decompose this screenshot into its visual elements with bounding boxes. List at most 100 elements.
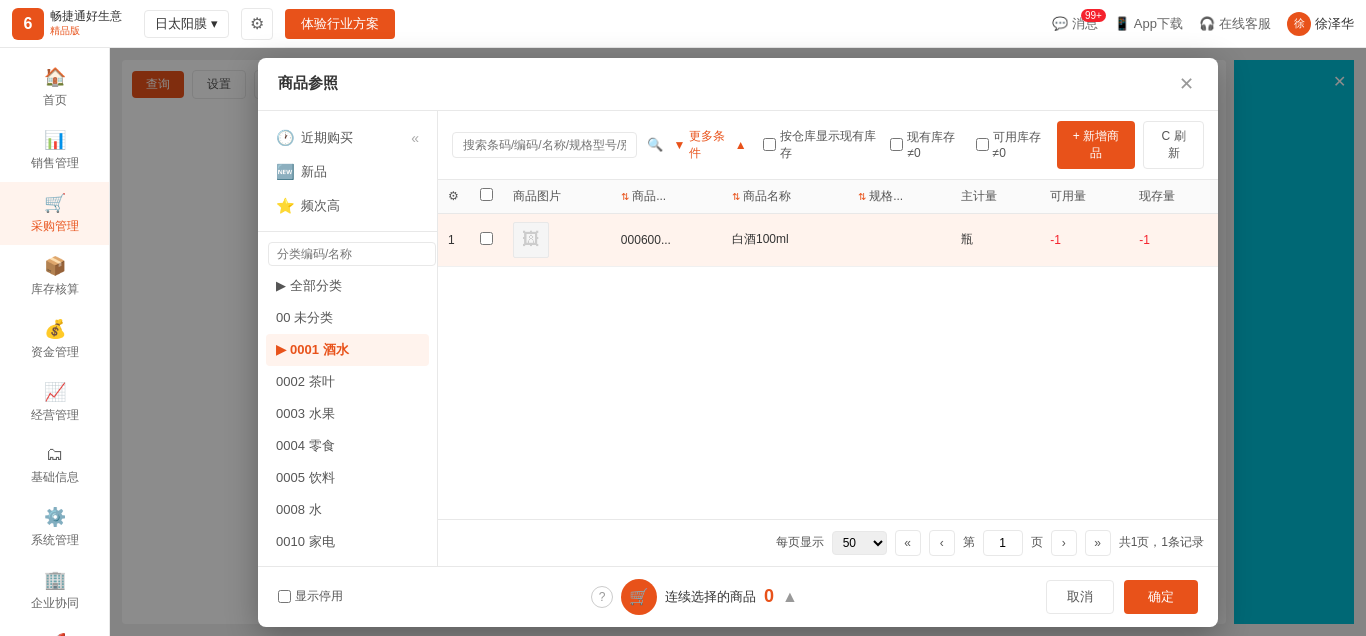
mobile-icon: 📱 bbox=[1114, 16, 1130, 31]
category-0001[interactable]: ▶ 0001 酒水 bbox=[266, 334, 429, 366]
nav-selector[interactable]: 日太阳膜 ▾ bbox=[144, 10, 229, 38]
category-0010[interactable]: 0010 家电 bbox=[266, 526, 429, 558]
recent-icon: 🕐 bbox=[276, 129, 295, 147]
product-search-input[interactable] bbox=[452, 132, 637, 158]
footer-cart: ? 🛒 连续选择的商品 0 ▲ bbox=[591, 579, 798, 615]
customer-service-item[interactable]: 🎧 在线客服 bbox=[1199, 15, 1271, 33]
product-reference-modal: 商品参照 ✕ 🕐 近期购买 « � bbox=[258, 58, 1218, 627]
category-list: ▶ 全部分类 00 未分类 ▶ 0001 酒水 0002 茶 bbox=[258, 270, 437, 558]
sidebar-item-inventory[interactable]: 📦 库存核算 bbox=[0, 245, 109, 308]
first-page-btn[interactable]: « bbox=[895, 530, 921, 556]
app-download-item[interactable]: 📱 App下载 bbox=[1114, 15, 1183, 33]
show-disabled-input[interactable] bbox=[278, 590, 291, 603]
row-checkbox[interactable] bbox=[470, 213, 503, 266]
checkbox-warehouse[interactable]: 按仓库显示现有库存 bbox=[763, 128, 877, 162]
sidebar-item-basic[interactable]: 🗂 基础信息 bbox=[0, 434, 109, 496]
sidebar-item-system[interactable]: ⚙️ 系统管理 bbox=[0, 496, 109, 559]
page-number-input[interactable] bbox=[983, 530, 1023, 556]
col-stock: 现存量 bbox=[1129, 180, 1218, 214]
product-search-icon[interactable]: 🔍 bbox=[647, 137, 663, 152]
recent-purchase-item[interactable]: 🕐 近期购买 « bbox=[266, 123, 429, 153]
show-disabled-checkbox[interactable]: 显示停用 bbox=[278, 588, 343, 605]
prev-page-btn[interactable]: ‹ bbox=[929, 530, 955, 556]
enterprise-icon: 🏢 bbox=[44, 569, 66, 591]
finance-icon: 💰 bbox=[44, 318, 66, 340]
help-icon[interactable]: ? bbox=[591, 586, 613, 608]
message-badge: 99+ bbox=[1081, 9, 1106, 22]
right-panel: 🔍 ▼ 更多条件 ▲ 按仓库显示现有库存 bbox=[438, 111, 1218, 566]
category-0008[interactable]: 0008 水 bbox=[266, 494, 429, 526]
frequent-item[interactable]: ⭐ 频次高 bbox=[266, 191, 429, 221]
table-body: 1 🖼 000600... 白酒100ml bbox=[438, 213, 1218, 266]
col-checkbox[interactable] bbox=[470, 180, 503, 214]
product-thumbnail: 🖼 bbox=[513, 222, 549, 258]
table-toolbar: 🔍 ▼ 更多条件 ▲ 按仓库显示现有库存 bbox=[438, 111, 1218, 180]
col-code[interactable]: ⇅ 商品... bbox=[611, 180, 722, 214]
sidebar: 🏠 首页 📊 销售管理 🛒 采购管理 📦 库存核算 💰 资金管理 📈 经营管理 … bbox=[0, 48, 110, 636]
new-product-item[interactable]: 🆕 新品 bbox=[266, 157, 429, 187]
checkbox-stock-ne[interactable]: 现有库存≠0 bbox=[890, 129, 961, 160]
col-spec[interactable]: ⇅ 规格... bbox=[848, 180, 952, 214]
filter-icon: ▼ bbox=[673, 138, 685, 152]
user-item[interactable]: 徐 徐泽华 bbox=[1287, 12, 1354, 36]
category-0003[interactable]: 0003 水果 bbox=[266, 398, 429, 430]
per-page-select[interactable]: 50 100 200 bbox=[832, 531, 887, 555]
modal-body: 🕐 近期购买 « 🆕 新品 ⭐ 频次高 bbox=[258, 111, 1218, 566]
pagination: 每页显示 50 100 200 « ‹ 第 页 › bbox=[438, 519, 1218, 566]
category-0004[interactable]: 0004 零食 bbox=[266, 430, 429, 462]
exp-button[interactable]: 体验行业方案 bbox=[285, 9, 395, 39]
cancel-button[interactable]: 取消 bbox=[1046, 580, 1114, 614]
category-00[interactable]: 00 未分类 bbox=[266, 302, 429, 334]
product-table-container: ⚙ 商品图片 ⇅ 商品... ⇅ bbox=[438, 180, 1218, 519]
product-table: ⚙ 商品图片 ⇅ 商品... ⇅ bbox=[438, 180, 1218, 267]
modal-close-button[interactable]: ✕ bbox=[1174, 72, 1198, 96]
main-layout: 🏠 首页 📊 销售管理 🛒 采购管理 📦 库存核算 💰 资金管理 📈 经营管理 … bbox=[0, 48, 1366, 636]
nav-right: 💬 消息 99+ 📱 App下载 🎧 在线客服 徐 徐泽华 bbox=[1052, 12, 1354, 36]
select-all-checkbox[interactable] bbox=[480, 188, 493, 201]
active-arrow-icon: ▶ bbox=[276, 342, 286, 357]
sidebar-item-guide[interactable]: 🚀 新手引导 bbox=[0, 622, 109, 636]
star-icon: ⭐ bbox=[276, 197, 295, 215]
table-row[interactable]: 1 🖼 000600... 白酒100ml bbox=[438, 213, 1218, 266]
left-panel-nav: 🕐 近期购买 « 🆕 新品 ⭐ 频次高 bbox=[258, 119, 437, 225]
col-available: 可用量 bbox=[1040, 180, 1129, 214]
next-page-btn[interactable]: › bbox=[1051, 530, 1077, 556]
settings-icon[interactable]: ⚙ bbox=[241, 8, 273, 40]
row-index: 1 bbox=[438, 213, 470, 266]
table-header: ⚙ 商品图片 ⇅ 商品... ⇅ bbox=[438, 180, 1218, 214]
cart-icon[interactable]: 🛒 bbox=[621, 579, 657, 615]
filter-button[interactable]: ▼ 更多条件 ▲ bbox=[673, 128, 746, 162]
confirm-button[interactable]: 确定 bbox=[1124, 580, 1198, 614]
last-page-btn[interactable]: » bbox=[1085, 530, 1111, 556]
col-settings[interactable]: ⚙ bbox=[438, 180, 470, 214]
sidebar-item-operations[interactable]: 📈 经营管理 bbox=[0, 371, 109, 434]
checkbox-available-ne[interactable]: 可用库存≠0 bbox=[976, 129, 1047, 160]
sort-icon-spec: ⇅ bbox=[858, 191, 866, 202]
checkbox-warehouse-input[interactable] bbox=[763, 138, 776, 151]
collapse-icon[interactable]: « bbox=[411, 130, 419, 146]
col-image: 商品图片 bbox=[503, 180, 611, 214]
col-name[interactable]: ⇅ 商品名称 bbox=[722, 180, 848, 214]
category-0002[interactable]: 0002 茶叶 bbox=[266, 366, 429, 398]
category-0005[interactable]: 0005 饮料 bbox=[266, 462, 429, 494]
row-name: 白酒100ml bbox=[722, 213, 848, 266]
top-nav: 6 畅捷通好生意 精品版 日太阳膜 ▾ ⚙ 体验行业方案 💬 消息 99+ 📱 … bbox=[0, 0, 1366, 48]
checkbox-stock-ne-input[interactable] bbox=[890, 138, 903, 151]
category-search-input[interactable] bbox=[268, 242, 436, 266]
category-search-row: 🔍 bbox=[258, 238, 437, 270]
footer-collapse-icon[interactable]: ▲ bbox=[782, 588, 798, 606]
system-icon: ⚙️ bbox=[44, 506, 66, 528]
sidebar-item-sales[interactable]: 📊 销售管理 bbox=[0, 119, 109, 182]
message-item[interactable]: 💬 消息 99+ bbox=[1052, 15, 1098, 33]
sidebar-item-finance[interactable]: 💰 资金管理 bbox=[0, 308, 109, 371]
toolbar-right: + 新增商品 C 刷新 bbox=[1057, 121, 1204, 169]
category-all[interactable]: ▶ 全部分类 bbox=[266, 270, 429, 302]
refresh-button[interactable]: C 刷新 bbox=[1143, 121, 1204, 169]
checkbox-available-ne-input[interactable] bbox=[976, 138, 989, 151]
col-unit: 主计量 bbox=[951, 180, 1040, 214]
row-stock: -1 bbox=[1129, 213, 1218, 266]
sidebar-item-purchase[interactable]: 🛒 采购管理 bbox=[0, 182, 109, 245]
sidebar-item-enterprise[interactable]: 🏢 企业协同 bbox=[0, 559, 109, 622]
add-product-button[interactable]: + 新增商品 bbox=[1057, 121, 1135, 169]
sidebar-item-home[interactable]: 🏠 首页 bbox=[0, 56, 109, 119]
